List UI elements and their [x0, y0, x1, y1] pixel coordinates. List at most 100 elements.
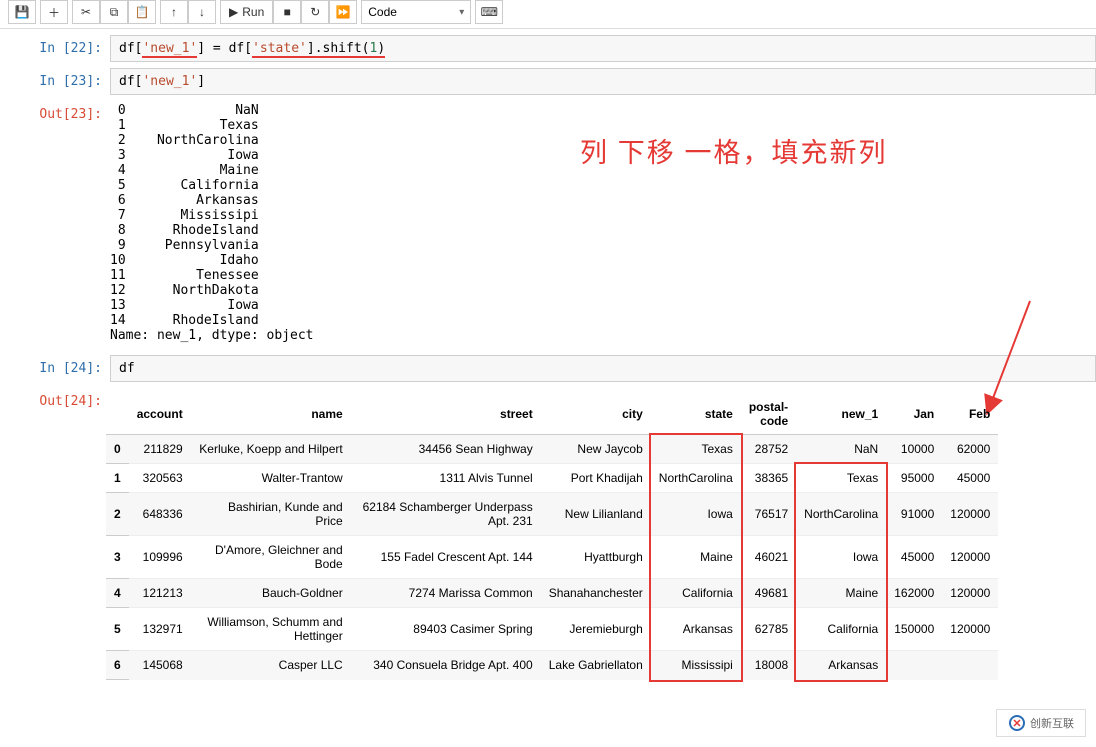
table-cell: Arkansas: [796, 651, 886, 680]
table-cell: 95000: [886, 464, 942, 493]
table-row: 0211829Kerluke, Koepp and Hilpert34456 S…: [106, 435, 998, 464]
copy-button[interactable]: ⧉: [100, 0, 128, 24]
save-icon: 💾: [15, 5, 30, 19]
cell-in-24[interactable]: In [24]: df: [0, 355, 1096, 382]
table-cell: NorthCarolina: [796, 493, 886, 536]
table-cell: 320563: [129, 464, 191, 493]
toolbar: 💾 ＋ ✂ ⧉ 📋 ↑ ↓ ▶Run ■ ↻ ⏩ Code ⌨: [0, 0, 1096, 29]
restart-run-all-button[interactable]: ⏩: [329, 0, 357, 24]
table-cell: 162000: [886, 579, 942, 608]
code-input-23[interactable]: df['new_1']: [110, 68, 1096, 95]
table-row: 4121213Bauch-Goldner7274 Marissa CommonS…: [106, 579, 998, 608]
cut-button[interactable]: ✂: [72, 0, 100, 24]
prompt-in-23: In [23]:: [0, 68, 110, 95]
run-button[interactable]: ▶Run: [220, 0, 273, 24]
cell-in-22[interactable]: In [22]: df['new_1'] = df['state'].shift…: [0, 35, 1096, 62]
annotation-text: 列 下移 一格，填充新列: [580, 135, 880, 173]
paste-button[interactable]: 📋: [128, 0, 156, 24]
table-cell: 91000: [886, 493, 942, 536]
prompt-out-23: Out[23]:: [0, 101, 110, 349]
copy-icon: ⧉: [110, 5, 119, 20]
restart-button[interactable]: ↻: [301, 0, 329, 24]
table-cell: 45000: [886, 536, 942, 579]
table-cell: NorthCarolina: [651, 464, 741, 493]
table-cell: Iowa: [796, 536, 886, 579]
table-cell: 76517: [741, 493, 796, 536]
cell-out-24: Out[24]: accountnamestreetcitystateposta…: [0, 388, 1096, 680]
table-header: [106, 394, 129, 435]
table-cell: Kerluke, Koepp and Hilpert: [191, 435, 351, 464]
save-button[interactable]: 💾: [8, 0, 36, 24]
output-24: accountnamestreetcitystatepostal-codenew…: [110, 388, 1096, 680]
code-input-24[interactable]: df: [110, 355, 1096, 382]
keyboard-icon: ⌨: [481, 5, 498, 19]
table-cell: 3: [106, 536, 129, 579]
move-up-button[interactable]: ↑: [160, 0, 188, 24]
table-cell: 4: [106, 579, 129, 608]
table-cell: [886, 651, 942, 680]
arrow-down-icon: ↓: [199, 5, 205, 19]
table-cell: 28752: [741, 435, 796, 464]
table-cell: California: [796, 608, 886, 651]
table-cell: 89403 Casimer Spring: [351, 608, 541, 651]
table-cell: 5: [106, 608, 129, 651]
watermark-logo: 创新互联: [996, 709, 1086, 737]
table-cell: 18008: [741, 651, 796, 680]
table-cell: 1311 Alvis Tunnel: [351, 464, 541, 493]
cell-in-23[interactable]: In [23]: df['new_1']: [0, 68, 1096, 95]
table-header: postal-code: [741, 394, 796, 435]
table-row: 6145068Casper LLC340 Consuela Bridge Apt…: [106, 651, 998, 680]
output-23: 0 NaN 1 Texas 2 NorthCarolina 3 Iowa 4 M…: [110, 101, 1096, 349]
interrupt-button[interactable]: ■: [273, 0, 301, 24]
table-cell: Maine: [651, 536, 741, 579]
paste-icon: 📋: [135, 5, 150, 19]
table-cell: Arkansas: [651, 608, 741, 651]
table-cell: Port Khadijah: [541, 464, 651, 493]
play-icon: ▶: [229, 5, 238, 19]
table-cell: D'Amore, Gleichner and Bode: [191, 536, 351, 579]
table-cell: Iowa: [651, 493, 741, 536]
insert-below-button[interactable]: ＋: [40, 0, 68, 24]
prompt-in-24: In [24]:: [0, 355, 110, 382]
table-header: Jan: [886, 394, 942, 435]
table-cell: [942, 651, 998, 680]
table-cell: Walter-Trantow: [191, 464, 351, 493]
table-header: account: [129, 394, 191, 435]
plus-icon: ＋: [48, 4, 60, 21]
table-cell: 62184 Schamberger Underpass Apt. 231: [351, 493, 541, 536]
table-header: state: [651, 394, 741, 435]
table-cell: 150000: [886, 608, 942, 651]
scissors-icon: ✂: [81, 5, 91, 19]
table-cell: 45000: [942, 464, 998, 493]
table-header: Feb: [942, 394, 998, 435]
table-cell: 49681: [741, 579, 796, 608]
table-cell: 6: [106, 651, 129, 680]
dataframe-table: accountnamestreetcitystatepostal-codenew…: [106, 394, 998, 680]
table-cell: 155 Fadel Crescent Apt. 144: [351, 536, 541, 579]
table-cell: 46021: [741, 536, 796, 579]
table-cell: 38365: [741, 464, 796, 493]
table-cell: 1: [106, 464, 129, 493]
table-header: name: [191, 394, 351, 435]
table-row: 1320563Walter-Trantow1311 Alvis TunnelPo…: [106, 464, 998, 493]
table-cell: Shanahanchester: [541, 579, 651, 608]
table-cell: California: [651, 579, 741, 608]
table-cell: 0: [106, 435, 129, 464]
table-header: city: [541, 394, 651, 435]
table-row: 5132971Williamson, Schumm and Hettinger8…: [106, 608, 998, 651]
table-cell: Mississipi: [651, 651, 741, 680]
cell-type-select[interactable]: Code: [361, 0, 471, 24]
table-cell: 7274 Marissa Common: [351, 579, 541, 608]
table-cell: Lake Gabriellaton: [541, 651, 651, 680]
table-cell: 62000: [942, 435, 998, 464]
table-cell: 132971: [129, 608, 191, 651]
prompt-out-24: Out[24]:: [0, 388, 110, 680]
table-cell: Bashirian, Kunde and Price: [191, 493, 351, 536]
prompt-in-22: In [22]:: [0, 35, 110, 62]
move-down-button[interactable]: ↓: [188, 0, 216, 24]
table-cell: 34456 Sean Highway: [351, 435, 541, 464]
table-cell: 109996: [129, 536, 191, 579]
table-row: 3109996D'Amore, Gleichner and Bode155 Fa…: [106, 536, 998, 579]
code-input-22[interactable]: df['new_1'] = df['state'].shift(1): [110, 35, 1096, 62]
command-palette-button[interactable]: ⌨: [475, 0, 503, 24]
